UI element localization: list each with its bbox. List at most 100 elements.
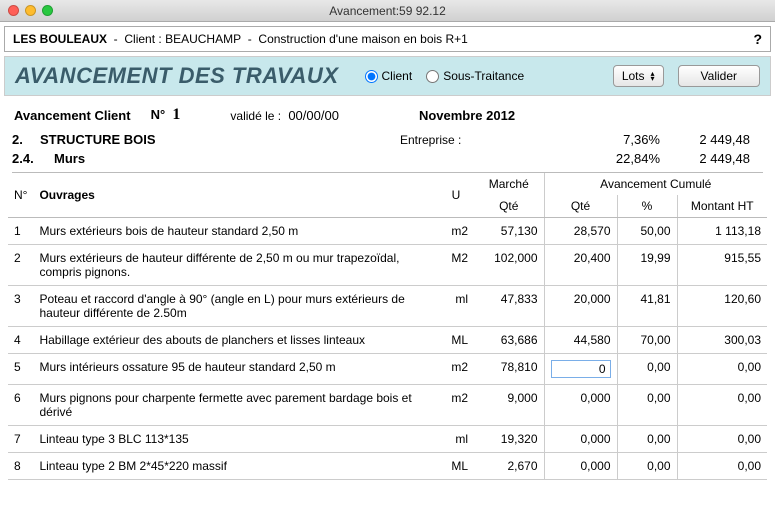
cell-marche-qte: 78,810 [474, 354, 544, 385]
cell-montant: 915,55 [677, 245, 767, 286]
table-row[interactable]: 1Murs extérieurs bois de hauteur standar… [8, 218, 767, 245]
radio-client[interactable]: Client [365, 69, 413, 83]
cell-qte: 20,000 [544, 286, 617, 327]
col-montant: Montant HT [677, 195, 767, 218]
radio-soustraitance-input[interactable] [426, 70, 439, 83]
cell-montant: 0,00 [677, 426, 767, 453]
cell-ouvrage: Habillage extérieur des abouts de planch… [33, 327, 438, 354]
cell-marche-qte: 47,833 [474, 286, 544, 327]
cell-pct: 0,00 [617, 453, 677, 480]
valide-value: 00/00/00 [288, 108, 339, 123]
cell-no: 8 [8, 453, 33, 480]
cell-u: m2 [438, 218, 474, 245]
cell-marche-qte: 2,670 [474, 453, 544, 480]
cell-marche-qte: 63,686 [474, 327, 544, 354]
table-row[interactable]: 8Linteau type 2 BM 2*45*220 massifML2,67… [8, 453, 767, 480]
cell-qte: 44,580 [544, 327, 617, 354]
project-sep: - [107, 32, 124, 46]
radio-client-label: Client [382, 69, 413, 83]
cell-montant: 1 113,18 [677, 218, 767, 245]
cell-u: M2 [438, 245, 474, 286]
valide-group: validé le : 00/00/00 [230, 108, 339, 123]
cell-no: 2 [8, 245, 33, 286]
period: Novembre 2012 [419, 108, 515, 123]
page-header: AVANCEMENT DES TRAVAUX Client Sous-Trait… [4, 56, 771, 96]
cell-no: 1 [8, 218, 33, 245]
qte-input[interactable]: 0 [551, 360, 611, 378]
valide-label: validé le : [230, 109, 281, 123]
cell-pct: 0,00 [617, 354, 677, 385]
cell-ouvrage: Linteau type 2 BM 2*45*220 massif [33, 453, 438, 480]
cell-pct: 41,81 [617, 286, 677, 327]
section-idx: 2.4. [12, 151, 40, 166]
num-label: N° [151, 107, 166, 122]
num-value: 1 [172, 106, 180, 123]
table-row[interactable]: 4Habillage extérieur des abouts de planc… [8, 327, 767, 354]
cell-qte: 28,570 [544, 218, 617, 245]
cell-u: ML [438, 327, 474, 354]
section-pct: 7,36% [580, 132, 660, 147]
table-row[interactable]: 6Murs pignons pour charpente fermette av… [8, 385, 767, 426]
window-titlebar: Avancement:59 92.12 [0, 0, 775, 22]
cell-qte: 0,000 [544, 453, 617, 480]
cell-ouvrage: Linteau type 3 BLC 113*135 [33, 426, 438, 453]
sub-header: Avancement Client N° 1 validé le : 00/00… [0, 100, 775, 130]
cell-qte: 20,400 [544, 245, 617, 286]
section-row-structure: 2. STRUCTURE BOIS Entreprise : 7,36% 2 4… [12, 130, 763, 149]
num-group: N° 1 [151, 106, 181, 124]
help-icon[interactable]: ? [753, 31, 762, 47]
cell-u: ml [438, 426, 474, 453]
cell-no: 5 [8, 354, 33, 385]
table-row[interactable]: 7Linteau type 3 BLC 113*135ml19,3200,000… [8, 426, 767, 453]
cell-montant: 300,03 [677, 327, 767, 354]
col-u: U [438, 173, 474, 218]
cell-no: 6 [8, 385, 33, 426]
cell-montant: 120,60 [677, 286, 767, 327]
col-ouvrages: Ouvrages [33, 173, 438, 218]
cell-u: ml [438, 286, 474, 327]
radio-soustraitance[interactable]: Sous-Traitance [426, 69, 524, 83]
section-row-murs: 2.4. Murs 22,84% 2 449,48 [12, 149, 763, 168]
section-idx: 2. [12, 132, 40, 147]
col-no: N° [8, 173, 33, 218]
cell-u: m2 [438, 385, 474, 426]
cell-qte: 0,000 [544, 385, 617, 426]
cell-ouvrage: Murs extérieurs de hauteur différente de… [33, 245, 438, 286]
table-row[interactable]: 5Murs intérieurs ossature 95 de hauteur … [8, 354, 767, 385]
project-description: Construction d'une maison en bois R+1 [258, 32, 467, 46]
cell-montant: 0,00 [677, 385, 767, 426]
table-body: 1Murs extérieurs bois de hauteur standar… [8, 218, 767, 480]
cell-qte: 0,000 [544, 426, 617, 453]
cell-marche-qte: 57,130 [474, 218, 544, 245]
cell-pct: 0,00 [617, 385, 677, 426]
cell-pct: 70,00 [617, 327, 677, 354]
section-pct: 22,84% [580, 151, 660, 166]
project-sep2: - [241, 32, 258, 46]
radio-client-input[interactable] [365, 70, 378, 83]
cell-marche-qte: 19,320 [474, 426, 544, 453]
entreprise-label: Entreprise : [400, 133, 480, 147]
validate-button[interactable]: Valider [678, 65, 760, 87]
cell-pct: 50,00 [617, 218, 677, 245]
section-label: Murs [40, 151, 400, 166]
col-marche-qte: Qté [474, 195, 544, 218]
cell-no: 3 [8, 286, 33, 327]
cell-ouvrage: Poteau et raccord d'angle à 90° (angle e… [33, 286, 438, 327]
project-name: LES BOULEAUX [13, 32, 107, 46]
lots-select[interactable]: Lots ▴▾ [613, 65, 664, 87]
cell-qte[interactable]: 0 [544, 354, 617, 385]
table-row[interactable]: 3Poteau et raccord d'angle à 90° (angle … [8, 286, 767, 327]
view-radios: Client Sous-Traitance [365, 69, 525, 83]
cell-u: m2 [438, 354, 474, 385]
table-row[interactable]: 2Murs extérieurs de hauteur différente d… [8, 245, 767, 286]
col-pct: % [617, 195, 677, 218]
section-summary: 2. STRUCTURE BOIS Entreprise : 7,36% 2 4… [0, 130, 775, 168]
col-avancement: Avancement Cumulé [544, 173, 767, 195]
cell-marche-qte: 102,000 [474, 245, 544, 286]
col-qte: Qté [544, 195, 617, 218]
window-title: Avancement:59 92.12 [0, 4, 775, 18]
page-title: AVANCEMENT DES TRAVAUX [15, 63, 339, 89]
cell-ouvrage: Murs extérieurs bois de hauteur standard… [33, 218, 438, 245]
cell-montant: 0,00 [677, 354, 767, 385]
cell-u: ML [438, 453, 474, 480]
